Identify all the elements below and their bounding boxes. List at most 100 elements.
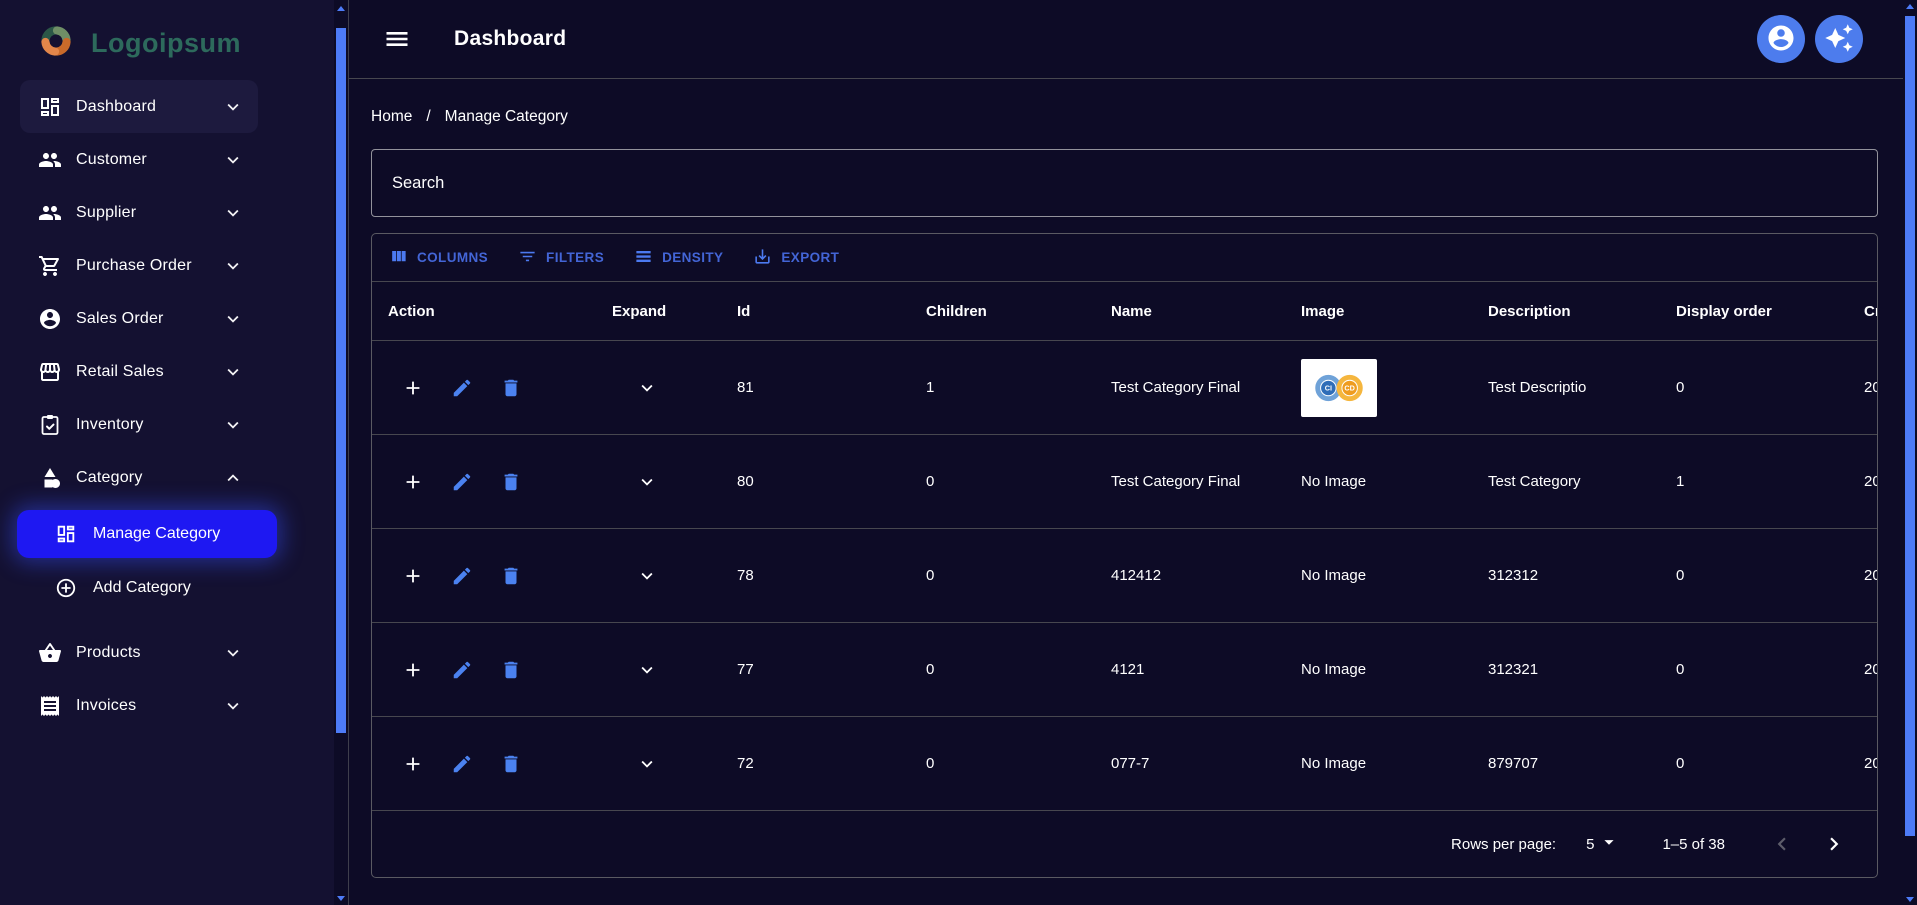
children-cell: 0 — [926, 567, 935, 584]
scroll-up-arrow[interactable] — [1906, 4, 1914, 9]
chevron-up-icon — [222, 467, 244, 489]
sidebar-item-inventory[interactable]: Inventory — [20, 398, 258, 451]
search-input[interactable] — [376, 173, 1873, 193]
account-icon — [1766, 23, 1796, 56]
main-area: Dashboard Home / Manage Category Search … — [348, 0, 1903, 905]
delete-button[interactable] — [500, 565, 522, 587]
account-button[interactable] — [1757, 15, 1805, 63]
display-order-cell: 0 — [1676, 567, 1685, 584]
image-cell: No Image — [1301, 567, 1367, 584]
scroll-up-arrow[interactable] — [337, 6, 345, 11]
columns-button[interactable]: COLUMNS — [389, 247, 488, 269]
id-cell: 72 — [737, 755, 754, 772]
name-cell: Test Category Final — [1111, 473, 1241, 490]
col-header-children[interactable]: Children — [910, 303, 1095, 320]
theme-sparkle-button[interactable] — [1815, 15, 1863, 63]
display-order-cell: 0 — [1676, 755, 1685, 772]
sidebar-item-customer[interactable]: Customer — [20, 133, 258, 186]
col-header-description[interactable]: Description — [1472, 303, 1660, 320]
delete-button[interactable] — [500, 377, 522, 399]
dropdown-arrow-icon — [1598, 831, 1620, 857]
sidebar-item-sales-order[interactable]: Sales Order — [20, 292, 258, 345]
filters-button[interactable]: FILTERS — [518, 247, 604, 269]
delete-button[interactable] — [500, 753, 522, 775]
chevron-down-icon — [222, 414, 244, 436]
id-cell: 77 — [737, 661, 754, 678]
rows-per-page-select[interactable]: 5 — [1586, 831, 1620, 857]
table-row: 78 0 412412 No Image 312312 0 20 — [372, 529, 1877, 623]
sidebar-item-retail-sales[interactable]: Retail Sales — [20, 345, 258, 398]
window-scrollbar-thumb[interactable] — [1905, 16, 1915, 836]
col-header-expand[interactable]: Expand — [596, 303, 721, 320]
children-cell: 0 — [926, 755, 935, 772]
sidebar-item-add-category[interactable]: Add Category — [17, 564, 277, 612]
display-order-cell: 0 — [1676, 379, 1685, 396]
expand-cell — [596, 753, 721, 775]
add-button[interactable] — [402, 753, 424, 775]
filter-icon — [518, 247, 537, 269]
add-button[interactable] — [402, 565, 424, 587]
breadcrumb-home[interactable]: Home — [371, 108, 412, 126]
col-header-action[interactable]: Action — [372, 303, 596, 320]
chevron-down-icon — [222, 308, 244, 330]
children-cell: 1 — [926, 379, 935, 396]
sidebar-item-invoices[interactable]: Invoices — [20, 679, 258, 732]
previous-page-button[interactable] — [1769, 831, 1795, 857]
sidebar-item-dashboard[interactable]: Dashboard — [20, 80, 258, 133]
sidebar-item-category[interactable]: Category — [20, 451, 258, 504]
col-header-name[interactable]: Name — [1095, 303, 1285, 320]
density-button[interactable]: DENSITY — [634, 247, 723, 269]
sidebar-item-purchase-order[interactable]: Purchase Order — [20, 239, 258, 292]
sidebar-nav: Dashboard Customer Supplier Purchase Ord… — [0, 72, 334, 732]
sidebar-item-products[interactable]: Products — [20, 626, 258, 679]
action-cell — [372, 659, 596, 681]
edit-button[interactable] — [451, 753, 473, 775]
delete-button[interactable] — [500, 659, 522, 681]
expand-row-button[interactable] — [636, 565, 658, 587]
expand-row-button[interactable] — [636, 471, 658, 493]
scroll-down-arrow[interactable] — [1906, 897, 1914, 902]
sparkles-icon — [1824, 23, 1854, 56]
description-cell: Test Category — [1488, 473, 1581, 490]
add-circle-icon — [55, 577, 77, 599]
col-header-created[interactable]: Cr — [1848, 303, 1877, 320]
sidebar-item-supplier[interactable]: Supplier — [20, 186, 258, 239]
add-button[interactable] — [402, 659, 424, 681]
add-button[interactable] — [402, 377, 424, 399]
logo-text: Logoipsum — [91, 27, 241, 58]
basket-icon — [38, 641, 62, 665]
add-button[interactable] — [402, 471, 424, 493]
created-cell: 20 — [1864, 755, 1877, 772]
edit-button[interactable] — [451, 471, 473, 493]
rows-per-page-label: Rows per page: — [1451, 835, 1557, 853]
description-cell: 312321 — [1488, 661, 1539, 678]
col-header-id[interactable]: Id — [721, 303, 910, 320]
svg-text:CD: CD — [1344, 383, 1354, 392]
expand-cell — [596, 565, 721, 587]
created-cell: 20 — [1864, 379, 1877, 396]
export-button[interactable]: EXPORT — [753, 247, 839, 269]
data-table-card: COLUMNS FILTERS DENSITY EXPORT Action Ex… — [371, 233, 1878, 878]
sidebar: Logoipsum Dashboard Customer Supplier Pu… — [0, 0, 334, 905]
action-cell — [372, 565, 596, 587]
next-page-button[interactable] — [1821, 831, 1847, 857]
delete-button[interactable] — [500, 471, 522, 493]
sidebar-item-manage-category[interactable]: Manage Category — [17, 510, 277, 558]
display-order-cell: 0 — [1676, 661, 1685, 678]
sidebar-scrollbar-thumb[interactable] — [336, 28, 346, 733]
hamburger-menu-icon[interactable] — [383, 25, 411, 53]
table-pagination: Rows per page: 5 1–5 of 38 — [372, 811, 1877, 877]
table-row: 77 0 4121 No Image 312321 0 20 — [372, 623, 1877, 717]
col-header-display-order[interactable]: Display order — [1660, 303, 1848, 320]
edit-button[interactable] — [451, 659, 473, 681]
expand-row-button[interactable] — [636, 659, 658, 681]
edit-button[interactable] — [451, 377, 473, 399]
dashboard-icon — [38, 95, 62, 119]
people-icon — [38, 148, 62, 172]
scroll-down-arrow[interactable] — [337, 896, 345, 901]
created-cell: 20 — [1864, 567, 1877, 584]
expand-row-button[interactable] — [636, 377, 658, 399]
col-header-image[interactable]: Image — [1285, 303, 1472, 320]
expand-row-button[interactable] — [636, 753, 658, 775]
edit-button[interactable] — [451, 565, 473, 587]
